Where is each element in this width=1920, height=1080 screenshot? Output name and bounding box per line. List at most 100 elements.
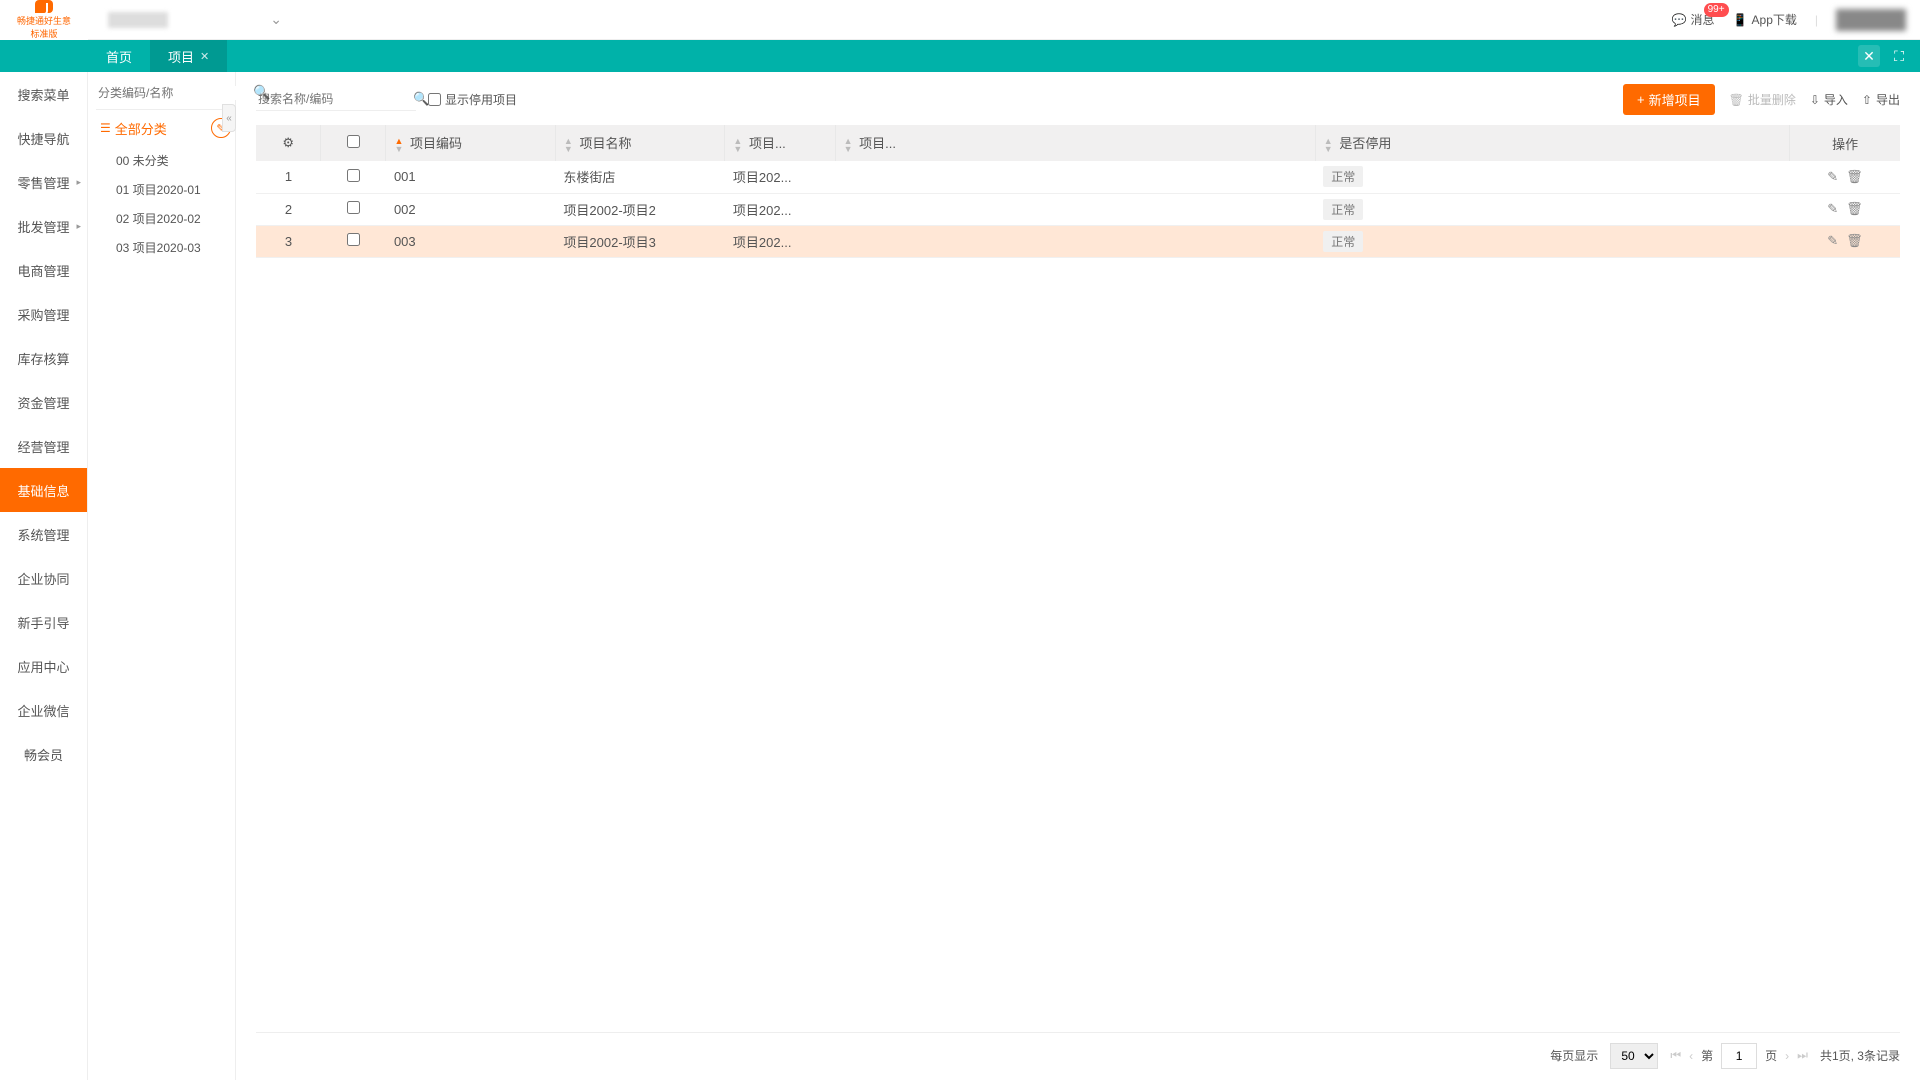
export-button[interactable]: ⇧ 导出: [1862, 91, 1900, 108]
delete-icon[interactable]: 🗑: [1846, 201, 1863, 217]
show-disabled-checkbox[interactable]: 显示停用项目: [428, 91, 517, 108]
batch-delete-button[interactable]: 🗑 批量删除: [1729, 91, 1796, 108]
show-disabled-label: 显示停用项目: [445, 91, 517, 108]
delete-icon[interactable]: 🗑: [1846, 233, 1863, 249]
add-label: 新增项目: [1649, 90, 1701, 109]
phone-icon: 📱: [1733, 13, 1748, 27]
edit-icon[interactable]: ✎: [1827, 169, 1838, 185]
page-prefix: 第: [1701, 1047, 1713, 1064]
search-icon[interactable]: 🔍: [253, 84, 270, 101]
tree-search-input[interactable]: [98, 86, 253, 100]
pager-summary: 共1页, 3条记录: [1820, 1047, 1900, 1064]
prev-page-button[interactable]: ‹: [1689, 1049, 1693, 1063]
page-input[interactable]: [1721, 1043, 1757, 1069]
table-row[interactable]: 2002项目2002-项目2项目202...正常✎🗑: [256, 193, 1900, 225]
checkbox[interactable]: [428, 93, 441, 106]
cell-name: 项目2002-项目3: [555, 225, 724, 257]
nav-item[interactable]: 基础信息: [0, 468, 87, 512]
cell-name: 东楼街店: [555, 161, 724, 193]
nav-item[interactable]: 系统管理: [0, 512, 87, 556]
tab-home[interactable]: 首页: [88, 40, 150, 72]
tree-root-label: 全部分类: [115, 119, 167, 138]
nav-item[interactable]: 资金管理: [0, 380, 87, 424]
nav-item[interactable]: 批发管理▸: [0, 204, 87, 248]
cell-checkbox[interactable]: [321, 161, 386, 193]
column-code[interactable]: ▲▼ 项目编码: [386, 125, 555, 161]
tab-label: 项目: [168, 47, 194, 66]
add-project-button[interactable]: + 新增项目: [1623, 84, 1715, 115]
checkbox[interactable]: [347, 233, 360, 246]
cell-op: ✎🗑: [1790, 225, 1900, 257]
fullscreen-button[interactable]: ⛶: [1888, 45, 1910, 67]
first-page-button[interactable]: ⏮: [1670, 1048, 1681, 1063]
collapse-tree-button[interactable]: «: [222, 104, 236, 132]
table-row[interactable]: 1001东楼街店项目202...正常✎🗑: [256, 161, 1900, 193]
checkbox[interactable]: [347, 169, 360, 182]
table-wrap: ⚙ ▲▼ 项目编码 ▲▼ 项目名称 ▲▼ 项目...: [256, 125, 1900, 1032]
checkbox[interactable]: [347, 135, 360, 148]
nav-item[interactable]: 应用中心: [0, 644, 87, 688]
tree-item[interactable]: 01 项目2020-01: [112, 175, 235, 204]
search-icon[interactable]: 🔍: [413, 91, 429, 107]
checkbox[interactable]: [347, 201, 360, 214]
column-name[interactable]: ▲▼ 项目名称: [555, 125, 724, 161]
tree-item[interactable]: 03 项目2020-03: [112, 233, 235, 262]
nav-item[interactable]: 经营管理: [0, 424, 87, 468]
column-extra1[interactable]: ▲▼ 项目...: [725, 125, 835, 161]
column-extra2[interactable]: ▲▼ 项目...: [835, 125, 1315, 161]
sort-icon: ▲▼: [1324, 137, 1333, 153]
user-avatar[interactable]: [1836, 9, 1906, 31]
nav-item[interactable]: 电商管理: [0, 248, 87, 292]
messages-button[interactable]: 💬 消息 99+: [1672, 11, 1715, 28]
tree-item[interactable]: 00 未分类: [112, 146, 235, 175]
table-row[interactable]: 3003项目2002-项目3项目202...正常✎🗑: [256, 225, 1900, 257]
nav-item[interactable]: 采购管理: [0, 292, 87, 336]
import-button[interactable]: ⇩ 导入: [1810, 91, 1848, 108]
nav-item[interactable]: 搜索菜单: [0, 72, 87, 116]
pager-nav: ⏮ ‹ 第 页 › ⏭: [1670, 1043, 1808, 1069]
messages-badge: 99+: [1704, 3, 1729, 17]
cell-name: 项目2002-项目2: [555, 193, 724, 225]
page-suffix: 页: [1765, 1047, 1777, 1064]
col-label: 项目名称: [579, 136, 631, 151]
close-icon[interactable]: ✕: [200, 50, 209, 63]
delete-icon[interactable]: 🗑: [1846, 169, 1863, 185]
cell-code: 002: [386, 193, 555, 225]
nav-item[interactable]: 新手引导: [0, 600, 87, 644]
trash-icon: 🗑: [1729, 93, 1744, 107]
tree-root[interactable]: ☰ 全部分类 ✎: [96, 110, 235, 146]
nav-item[interactable]: 企业微信: [0, 688, 87, 732]
top-header: 畅捷通好生意 标准版 ⌄ 💬 消息 99+ 📱 App下载 |: [0, 0, 1920, 40]
search-input[interactable]: [258, 92, 413, 106]
close-all-tabs-button[interactable]: ✕: [1858, 45, 1880, 67]
sort-icon: ▲▼: [394, 137, 403, 153]
cell-checkbox[interactable]: [321, 193, 386, 225]
cell-extra2: [835, 193, 1315, 225]
per-page-select[interactable]: 50: [1610, 1043, 1658, 1069]
next-page-button[interactable]: ›: [1785, 1049, 1789, 1063]
export-label: 导出: [1876, 91, 1900, 108]
nav-item[interactable]: 畅会员: [0, 732, 87, 776]
app-download-button[interactable]: 📱 App下载: [1733, 11, 1797, 28]
batch-delete-label: 批量删除: [1748, 91, 1796, 108]
cell-checkbox[interactable]: [321, 225, 386, 257]
nav-item[interactable]: 库存核算: [0, 336, 87, 380]
nav-item[interactable]: 零售管理▸: [0, 160, 87, 204]
last-page-button[interactable]: ⏭: [1797, 1048, 1808, 1063]
col-label: 项目...: [859, 136, 896, 151]
nav-item[interactable]: 企业协同: [0, 556, 87, 600]
sort-icon: ▲▼: [733, 137, 742, 153]
pagination: 每页显示 50 ⏮ ‹ 第 页 › ⏭ 共1页, 3条记录: [256, 1032, 1900, 1072]
main: 搜索菜单快捷导航零售管理▸批发管理▸电商管理采购管理库存核算资金管理经营管理基础…: [0, 72, 1920, 1080]
company-selector[interactable]: ⌄: [100, 6, 290, 34]
tree-item[interactable]: 02 项目2020-02: [112, 204, 235, 233]
cell-op: ✎🗑: [1790, 193, 1900, 225]
nav-item[interactable]: 快捷导航: [0, 116, 87, 160]
column-select-all[interactable]: [321, 125, 386, 161]
column-status[interactable]: ▲▼ 是否停用: [1315, 125, 1790, 161]
edit-icon[interactable]: ✎: [1827, 201, 1838, 217]
tab-label: 首页: [106, 47, 132, 66]
column-settings[interactable]: ⚙: [256, 125, 321, 161]
edit-icon[interactable]: ✎: [1827, 233, 1838, 249]
tab-project[interactable]: 项目 ✕: [150, 40, 227, 72]
